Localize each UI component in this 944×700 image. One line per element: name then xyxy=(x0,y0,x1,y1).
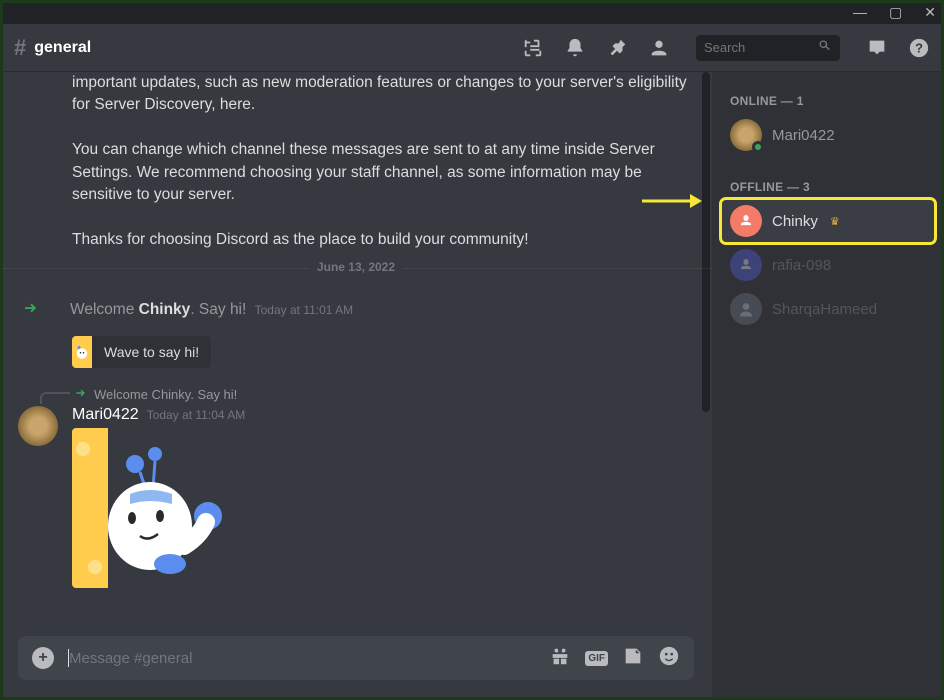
member-mari0422[interactable]: Mari0422 xyxy=(722,114,934,156)
maximize-button[interactable]: ▢ xyxy=(889,5,902,19)
message-row: Mari0422 Today at 11:04 AM xyxy=(0,404,712,588)
avatar[interactable] xyxy=(18,406,58,446)
welcome-message: Welcome Chinky. Say hi! Today at 11:01 A… xyxy=(0,295,712,330)
message-author[interactable]: Mari0422 xyxy=(72,406,139,424)
annotation-arrow-icon xyxy=(640,190,704,212)
members-panel: ONLINE — 1 Mari0422 OFFLINE — 3 Chinky ♛… xyxy=(712,72,944,700)
member-chinky[interactable]: Chinky ♛ xyxy=(722,200,934,242)
message-timestamp: Today at 11:04 AM xyxy=(147,408,246,422)
join-arrow-icon xyxy=(74,386,88,403)
channel-header: # general ? xyxy=(0,24,944,72)
sticker-icon[interactable] xyxy=(622,645,644,672)
attach-button[interactable]: + xyxy=(32,647,54,669)
chat-area: important updates, such as new moderatio… xyxy=(0,72,712,700)
gift-icon[interactable] xyxy=(549,645,571,672)
search-icon xyxy=(817,38,832,58)
avatar xyxy=(730,249,762,281)
member-name: Mari0422 xyxy=(772,127,835,144)
help-icon[interactable]: ? xyxy=(908,37,930,59)
wave-sticker-icon xyxy=(72,336,92,368)
message-input[interactable] xyxy=(69,650,535,667)
scrollbar[interactable] xyxy=(702,72,710,412)
title-bar: — ▢ ✕ xyxy=(0,0,944,24)
avatar xyxy=(730,293,762,325)
message-input-area: + GIF xyxy=(18,636,694,680)
date-divider: June 13, 2022 xyxy=(0,268,712,283)
reply-context[interactable]: Welcome Chinky. Say hi! xyxy=(40,386,712,404)
notifications-icon[interactable] xyxy=(564,37,586,59)
join-arrow-icon xyxy=(22,299,40,322)
minimize-button[interactable]: — xyxy=(853,5,867,19)
avatar xyxy=(730,119,762,151)
inbox-icon[interactable] xyxy=(866,37,888,59)
status-online-icon xyxy=(752,141,764,153)
member-name: SharqaHameed xyxy=(772,301,877,318)
svg-text:?: ? xyxy=(915,40,923,55)
system-message: important updates, such as new moderatio… xyxy=(0,72,712,252)
avatar xyxy=(730,205,762,237)
emoji-icon[interactable] xyxy=(658,645,680,672)
wave-button[interactable]: Wave to say hi! xyxy=(72,336,211,368)
wave-button-label: Wave to say hi! xyxy=(92,344,211,360)
member-sharqahameed[interactable]: SharqaHameed xyxy=(722,288,934,330)
member-name: Chinky xyxy=(772,213,818,230)
owner-crown-icon: ♛ xyxy=(830,215,840,228)
online-label: ONLINE — 1 xyxy=(730,94,934,108)
pinned-icon[interactable] xyxy=(606,37,628,59)
search-box[interactable] xyxy=(696,35,840,61)
member-name: rafia-098 xyxy=(772,257,831,274)
gif-button[interactable]: GIF xyxy=(585,651,608,666)
threads-icon[interactable] xyxy=(522,37,544,59)
search-input[interactable] xyxy=(704,40,817,55)
channel-name: general xyxy=(34,39,91,57)
hash-icon: # xyxy=(14,35,26,61)
members-icon[interactable] xyxy=(648,37,670,59)
offline-label: OFFLINE — 3 xyxy=(730,180,934,194)
close-button[interactable]: ✕ xyxy=(924,5,936,19)
sticker-wave[interactable] xyxy=(72,428,238,588)
member-rafia-098[interactable]: rafia-098 xyxy=(722,244,934,286)
